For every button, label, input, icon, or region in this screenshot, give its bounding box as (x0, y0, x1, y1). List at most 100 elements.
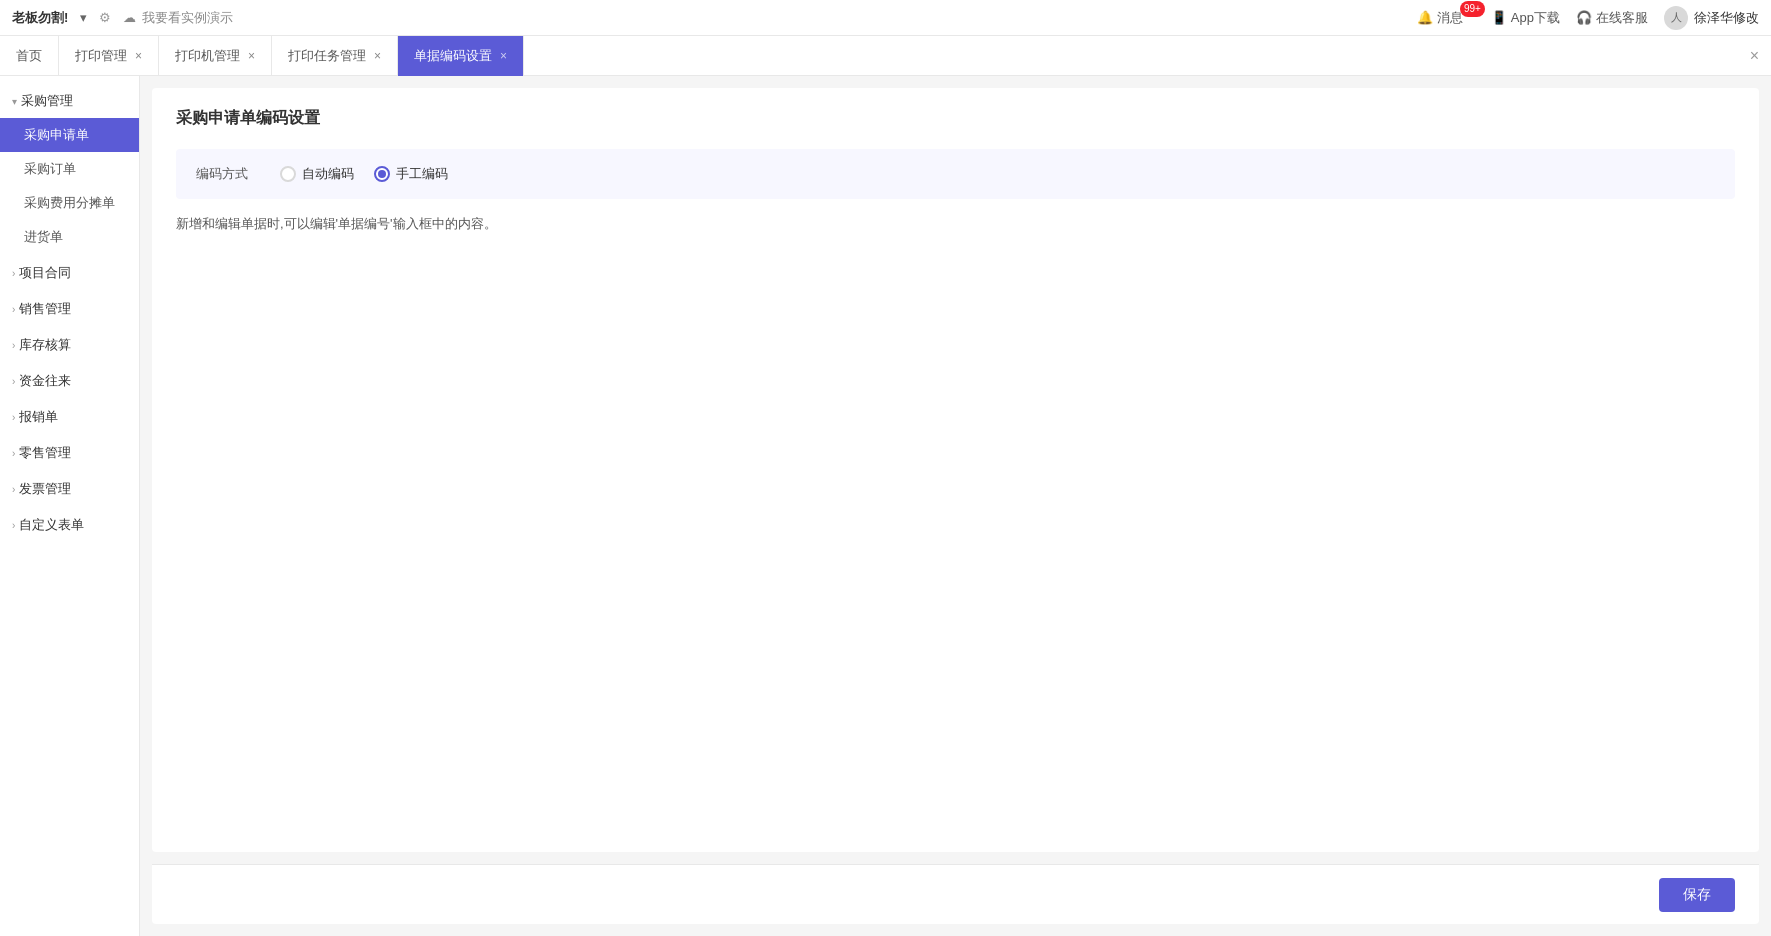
tab-printer-management-label: 打印机管理 (175, 47, 240, 65)
sidebar-group-label-sales-management: 销售管理 (19, 300, 71, 318)
content-main: 采购申请单编码设置 编码方式 自动编码 手工编码 (152, 88, 1759, 852)
sidebar-group-invoice-management: › 发票管理 (0, 472, 139, 506)
cloud-icon: ☁ (123, 10, 136, 25)
sidebar-item-goods-receipt[interactable]: 进货单 (0, 220, 139, 254)
tab-print-task-management[interactable]: 打印任务管理 × (272, 36, 398, 76)
sidebar-group-inventory-accounting: › 库存核算 (0, 328, 139, 362)
encoding-section: 编码方式 自动编码 手工编码 (176, 149, 1735, 199)
tab-home-label: 首页 (16, 47, 42, 65)
sidebar: ▾ 采购管理 采购申请单 采购订单 采购费用分摊单 进货单 › 项目合同 (0, 76, 140, 936)
sidebar-group-header-sales-management[interactable]: › 销售管理 (0, 292, 139, 326)
radio-auto-code[interactable]: 自动编码 (280, 165, 354, 183)
chevron-down-icon: ▾ (80, 10, 87, 25)
tab-single-code-settings[interactable]: 单据编码设置 × (398, 36, 524, 76)
radio-auto-code-circle[interactable] (280, 166, 296, 182)
settings-icon[interactable] (99, 10, 111, 25)
encoding-row: 编码方式 自动编码 手工编码 (196, 165, 1715, 183)
hint-text: 新增和编辑单据时,可以编辑'单据编号'输入框中的内容。 (176, 215, 1735, 233)
sidebar-item-purchase-order[interactable]: 采购订单 (0, 152, 139, 186)
sidebar-item-label-purchase-requisition: 采购申请单 (24, 127, 89, 142)
tab-print-management-close[interactable]: × (135, 49, 142, 63)
radio-manual-code-circle[interactable] (374, 166, 390, 182)
sidebar-group-label-sales-return: 报销单 (19, 408, 58, 426)
radio-manual-code-label: 手工编码 (396, 165, 448, 183)
chevron-right-icon-5: › (12, 412, 15, 423)
avatar-placeholder: 人 (1671, 10, 1682, 25)
sidebar-group-label-custom-forms: 自定义表单 (19, 516, 84, 534)
sidebar-group-header-fund-transactions[interactable]: › 资金往来 (0, 364, 139, 398)
sidebar-item-purchase-requisition[interactable]: 采购申请单 (0, 118, 139, 152)
sidebar-group-label-fund-transactions: 资金往来 (19, 372, 71, 390)
tab-bar: 首页 打印管理 × 打印机管理 × 打印任务管理 × 单据编码设置 × × (0, 36, 1771, 76)
sidebar-group-fund-transactions: › 资金往来 (0, 364, 139, 398)
sidebar-item-label-goods-receipt: 进货单 (24, 229, 63, 244)
tab-bar-right: × (1750, 47, 1771, 65)
sidebar-group-label-project-contract: 项目合同 (19, 264, 71, 282)
sidebar-group-project-contract: › 项目合同 (0, 256, 139, 290)
radio-auto-code-label: 自动编码 (302, 165, 354, 183)
main-layout: ▾ 采购管理 采购申请单 采购订单 采购费用分摊单 进货单 › 项目合同 (0, 76, 1771, 936)
sidebar-group-label-inventory-accounting: 库存核算 (19, 336, 71, 354)
sidebar-group-header-sales-return[interactable]: › 报销单 (0, 400, 139, 434)
tab-printer-management[interactable]: 打印机管理 × (159, 36, 272, 76)
top-bar-right: 🔔 消息 99+ 📱 App下载 🎧 在线客服 人 徐泽华修改 (1417, 6, 1759, 30)
content-footer: 保存 (152, 864, 1759, 924)
phone-icon: 📱 (1491, 10, 1507, 25)
tab-single-code-settings-label: 单据编码设置 (414, 47, 492, 65)
sidebar-group-header-project-contract[interactable]: › 项目合同 (0, 256, 139, 290)
search-bar[interactable]: ☁ 我要看实例演示 (123, 9, 233, 27)
sidebar-group-header-custom-forms[interactable]: › 自定义表单 (0, 508, 139, 542)
bell-icon: 🔔 (1417, 10, 1433, 25)
sidebar-group-label-invoice-management: 发票管理 (19, 480, 71, 498)
chevron-right-icon-2: › (12, 304, 15, 315)
chevron-right-icon-8: › (12, 520, 15, 531)
username: 徐泽华修改 (1694, 9, 1759, 27)
sidebar-group-header-invoice-management[interactable]: › 发票管理 (0, 472, 139, 506)
online-service-label: 在线客服 (1596, 9, 1648, 27)
radio-group: 自动编码 手工编码 (280, 165, 448, 183)
chevron-right-icon-7: › (12, 484, 15, 495)
message-badge: 99+ (1460, 1, 1485, 17)
user-info[interactable]: 人 徐泽华修改 (1664, 6, 1759, 30)
sidebar-group-sales-return: › 报销单 (0, 400, 139, 434)
avatar: 人 (1664, 6, 1688, 30)
message-label: 消息 (1437, 9, 1463, 27)
tab-bar-close-btn[interactable]: × (1750, 47, 1759, 65)
tab-print-management-label: 打印管理 (75, 47, 127, 65)
sidebar-group-custom-forms: › 自定义表单 (0, 508, 139, 542)
logo-dropdown[interactable]: ▾ (80, 10, 87, 25)
chevron-right-icon: › (12, 268, 15, 279)
sidebar-group-label-retail-management: 零售管理 (19, 444, 71, 462)
sidebar-group-sales-management: › 销售管理 (0, 292, 139, 326)
sidebar-group-header-retail-management[interactable]: › 零售管理 (0, 436, 139, 470)
sidebar-group-purchase-management: ▾ 采购管理 采购申请单 采购订单 采购费用分摊单 进货单 (0, 84, 139, 254)
tab-single-code-settings-close[interactable]: × (500, 49, 507, 63)
chevron-right-icon-4: › (12, 376, 15, 387)
app-download-label: App下载 (1511, 9, 1560, 27)
chevron-down-icon: ▾ (12, 96, 17, 107)
tab-printer-management-close[interactable]: × (248, 49, 255, 63)
chevron-right-icon-3: › (12, 340, 15, 351)
sidebar-group-header-inventory-accounting[interactable]: › 库存核算 (0, 328, 139, 362)
message-btn[interactable]: 🔔 消息 99+ (1417, 9, 1475, 27)
encoding-method-label: 编码方式 (196, 165, 256, 183)
sidebar-item-purchase-expense-split[interactable]: 采购费用分摊单 (0, 186, 139, 220)
tab-print-task-management-close[interactable]: × (374, 49, 381, 63)
chevron-right-icon-6: › (12, 448, 15, 459)
sidebar-group-retail-management: › 零售管理 (0, 436, 139, 470)
save-button[interactable]: 保存 (1659, 878, 1735, 912)
sidebar-item-label-purchase-expense-split: 采购费用分摊单 (24, 195, 115, 210)
sidebar-group-header-purchase-management[interactable]: ▾ 采购管理 (0, 84, 139, 118)
radio-manual-code[interactable]: 手工编码 (374, 165, 448, 183)
online-service-btn[interactable]: 🎧 在线客服 (1576, 9, 1648, 27)
app-download-btn[interactable]: 📱 App下载 (1491, 9, 1560, 27)
top-bar-left: 老板勿割! ▾ ☁ 我要看实例演示 (12, 9, 233, 27)
top-bar: 老板勿割! ▾ ☁ 我要看实例演示 🔔 消息 99+ 📱 App下载 🎧 在线客… (0, 0, 1771, 36)
headset-icon: 🎧 (1576, 10, 1592, 25)
tab-print-management[interactable]: 打印管理 × (59, 36, 159, 76)
tab-home[interactable]: 首页 (0, 36, 59, 76)
tab-print-task-management-label: 打印任务管理 (288, 47, 366, 65)
content-area: 采购申请单编码设置 编码方式 自动编码 手工编码 (140, 76, 1771, 936)
sidebar-item-label-purchase-order: 采购订单 (24, 161, 76, 176)
page-title: 采购申请单编码设置 (176, 108, 1735, 129)
